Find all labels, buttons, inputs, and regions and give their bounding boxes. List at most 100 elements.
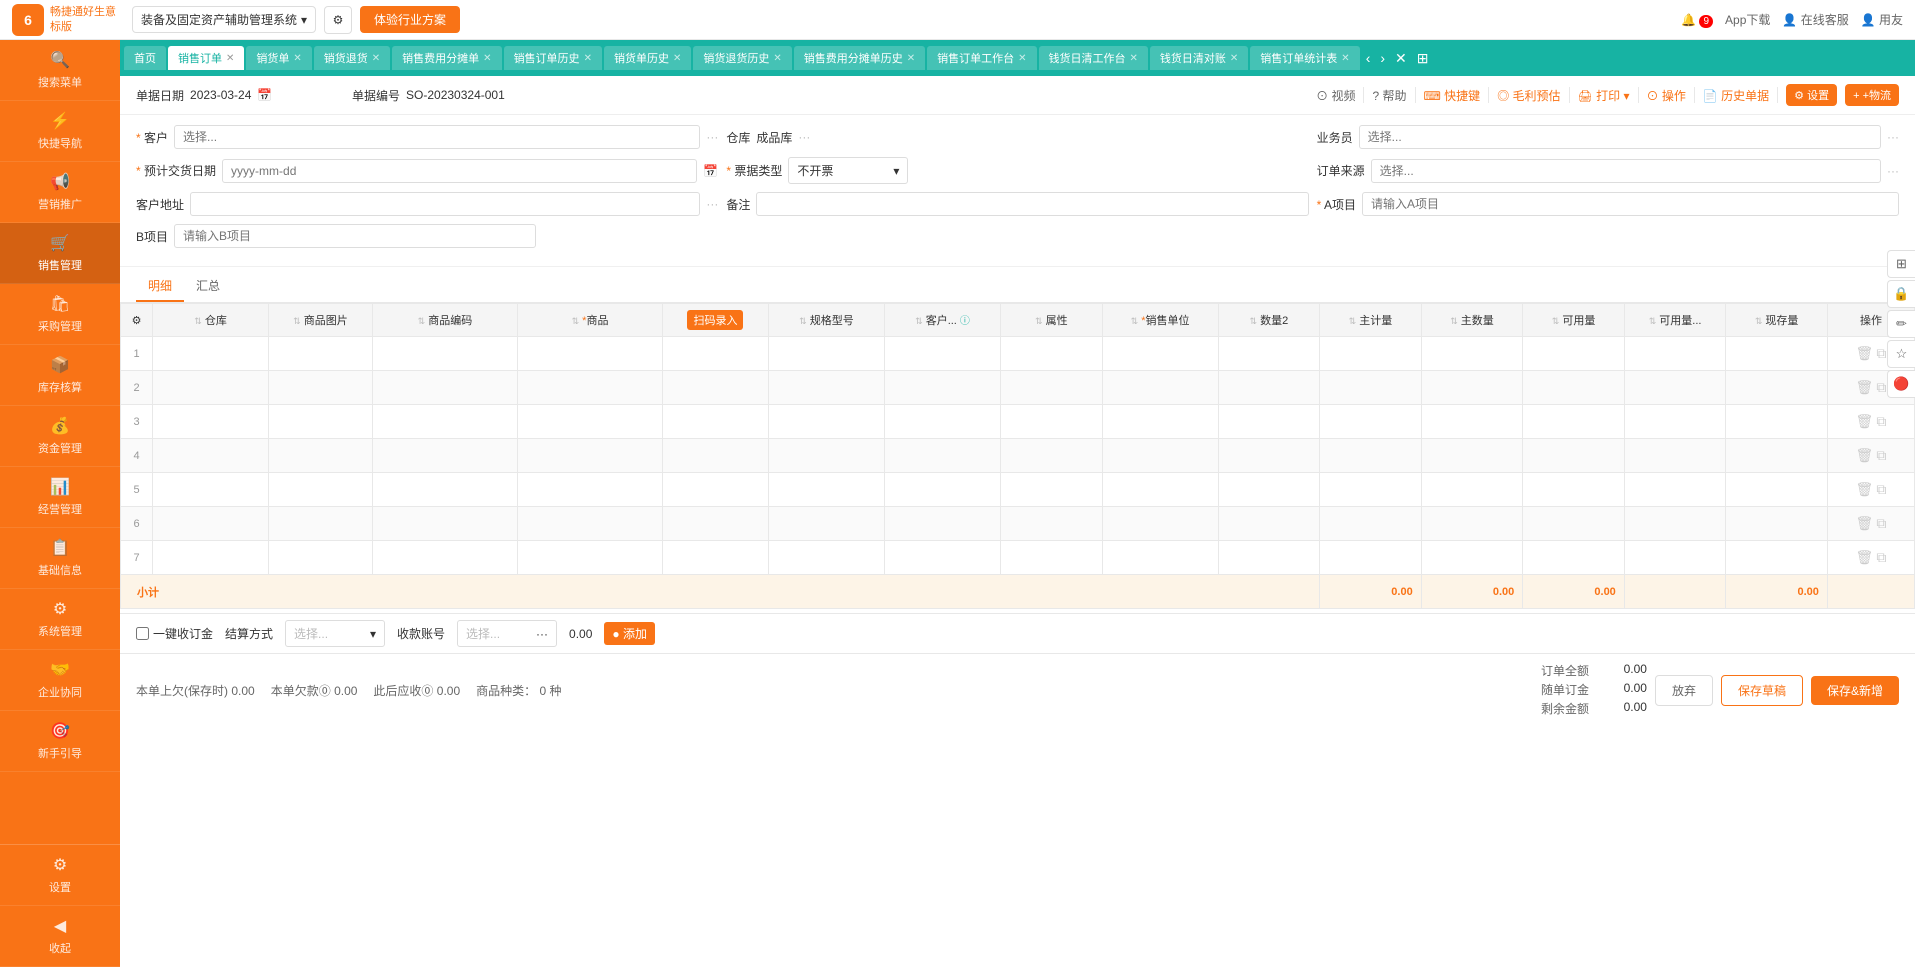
tab-sales-stats[interactable]: 销售订单统计表 ✕ <box>1250 46 1359 70</box>
sidebar-settings-btn[interactable]: ⚙ 设置 <box>0 844 120 906</box>
row5-ccode[interactable] <box>884 473 1000 507</box>
row4-attr[interactable] <box>1001 439 1103 473</box>
delivery-calendar-icon[interactable]: 📅 <box>703 164 718 178</box>
row3-code[interactable] <box>372 405 517 439</box>
header-profit-btn[interactable]: ◎ 毛利预估 <box>1497 87 1560 104</box>
add-logistics-btn[interactable]: + +物流 <box>1845 84 1899 106</box>
row3-unit[interactable] <box>1102 405 1218 439</box>
row1-copy-btn[interactable]: ⧉ <box>1876 345 1886 361</box>
row4-warehouse[interactable] <box>153 439 269 473</box>
invoice-type-select[interactable]: 不开票 ▾ <box>788 157 908 184</box>
sidebar-item-operations[interactable]: 📊 经营管理 <box>0 467 120 528</box>
sidebar-item-finance[interactable]: 💰 资金管理 <box>0 406 120 467</box>
staff-more-btn[interactable]: ··· <box>1887 130 1899 144</box>
row6-warehouse[interactable] <box>153 507 269 541</box>
tab-summary[interactable]: 汇总 <box>184 271 232 302</box>
row3-qty2[interactable] <box>1218 405 1320 439</box>
row1-code[interactable] <box>372 337 517 371</box>
row6-spec[interactable] <box>768 507 884 541</box>
row1-spec[interactable] <box>768 337 884 371</box>
row2-code[interactable] <box>372 371 517 405</box>
row3-ccode[interactable] <box>884 405 1000 439</box>
warehouse-more-btn[interactable]: ··· <box>798 130 810 144</box>
address-more-btn[interactable]: ··· <box>706 197 718 211</box>
tab-close-sales-stats[interactable]: ✕ <box>1341 53 1349 64</box>
row2-delete-btn[interactable]: 🗑 <box>1856 379 1874 395</box>
tab-close-cash-workbench[interactable]: ✕ <box>1130 53 1138 64</box>
row6-ccode[interactable] <box>884 507 1000 541</box>
app-download-link[interactable]: App下载 <box>1725 11 1770 28</box>
sidebar-item-search[interactable]: 🔍 搜索菜单 <box>0 40 120 101</box>
row1-attr[interactable] <box>1001 337 1103 371</box>
row2-spec[interactable] <box>768 371 884 405</box>
row2-mqty[interactable] <box>1421 371 1523 405</box>
tab-close-sales-invoice[interactable]: ✕ <box>293 53 301 64</box>
row7-qty2[interactable] <box>1218 541 1320 575</box>
row7-ccode[interactable] <box>884 541 1000 575</box>
settings-icon[interactable]: ⚙ <box>324 6 352 34</box>
row3-mqty[interactable] <box>1421 405 1523 439</box>
tab-prev-btn[interactable]: ‹ <box>1362 48 1375 68</box>
header-view-btn[interactable]: ⊙ 视频 <box>1316 87 1355 104</box>
customer-input[interactable] <box>174 125 700 149</box>
tab-close-all-btn[interactable]: ✕ <box>1391 48 1411 69</box>
row5-copy-btn[interactable]: ⧉ <box>1876 481 1886 497</box>
row6-mqty[interactable] <box>1421 507 1523 541</box>
industry-solution-button[interactable]: 体验行业方案 <box>360 6 460 33</box>
tab-cash-workbench[interactable]: 钱货日清工作台 ✕ <box>1039 46 1148 70</box>
row2-qty2[interactable] <box>1218 371 1320 405</box>
row6-code[interactable] <box>372 507 517 541</box>
header-history-btn[interactable]: 📄 历史单据 <box>1703 87 1769 104</box>
customer-more-btn[interactable]: ··· <box>706 130 718 144</box>
tab-cash-reconcile[interactable]: 钱货日清对账 ✕ <box>1150 46 1248 70</box>
sidebar-item-marketing[interactable]: 📢 营销推广 <box>0 162 120 223</box>
float-alert-btn[interactable]: 🔴 <box>1887 370 1915 398</box>
row4-ccode[interactable] <box>884 439 1000 473</box>
one-click-checkbox[interactable] <box>136 627 149 640</box>
row5-unit[interactable] <box>1102 473 1218 507</box>
tab-close-order-history[interactable]: ✕ <box>584 53 592 64</box>
tab-menu-btn[interactable]: ⊞ <box>1413 48 1433 69</box>
row5-product[interactable] <box>517 473 662 507</box>
user-menu[interactable]: 👤 用友 <box>1861 11 1903 28</box>
sidebar-item-quick-nav[interactable]: ⚡ 快捷导航 <box>0 101 120 162</box>
row7-copy-btn[interactable]: ⧉ <box>1876 549 1886 565</box>
row4-copy-btn[interactable]: ⧉ <box>1876 447 1886 463</box>
header-operation-btn[interactable]: ⊙ 操作 <box>1647 87 1686 104</box>
row1-unit[interactable] <box>1102 337 1218 371</box>
tab-sales-expense[interactable]: 销售费用分摊单 ✕ <box>392 46 501 70</box>
row5-delete-btn[interactable]: 🗑 <box>1856 481 1874 497</box>
tab-expense-history[interactable]: 销售费用分摊单历史 ✕ <box>794 46 925 70</box>
tab-return-history[interactable]: 销货退货历史 ✕ <box>693 46 791 70</box>
row7-mqty[interactable] <box>1421 541 1523 575</box>
sidebar-item-sales[interactable]: 🛒 销售管理 <box>0 223 120 284</box>
row6-unit[interactable] <box>1102 507 1218 541</box>
row2-attr[interactable] <box>1001 371 1103 405</box>
row4-code[interactable] <box>372 439 517 473</box>
scan-input-btn[interactable]: 扫码录入 <box>687 310 743 330</box>
tab-close-expense-history[interactable]: ✕ <box>907 53 915 64</box>
sidebar-item-system[interactable]: ⚙ 系统管理 <box>0 589 120 650</box>
row7-warehouse[interactable] <box>153 541 269 575</box>
row6-product[interactable] <box>517 507 662 541</box>
tab-home[interactable]: 首页 <box>124 46 166 70</box>
row3-attr[interactable] <box>1001 405 1103 439</box>
remark-input[interactable] <box>756 192 1308 216</box>
tab-sales-order[interactable]: 销售订单 ✕ <box>168 46 244 70</box>
tab-close-order-workbench[interactable]: ✕ <box>1018 53 1026 64</box>
order-source-more-btn[interactable]: ··· <box>1887 164 1899 178</box>
sidebar-item-guide[interactable]: 🎯 新手引导 <box>0 711 120 772</box>
tab-close-sales-return[interactable]: ✕ <box>372 53 380 64</box>
one-click-payment-checkbox[interactable]: 一键收订金 <box>136 625 213 642</box>
float-lock-btn[interactable]: 🔒 <box>1887 280 1915 308</box>
row4-product[interactable] <box>517 439 662 473</box>
tab-detail[interactable]: 明细 <box>136 271 184 302</box>
tab-order-history[interactable]: 销售订单历史 ✕ <box>504 46 602 70</box>
account-select[interactable]: 选择... ··· <box>457 620 557 647</box>
float-edit-btn[interactable]: ✏ <box>1887 310 1915 338</box>
row5-attr[interactable] <box>1001 473 1103 507</box>
settings-panel-btn[interactable]: ⚙ 设置 <box>1786 84 1837 106</box>
b-project-input[interactable] <box>174 224 536 248</box>
online-service-link[interactable]: 👤 在线客服 <box>1782 11 1848 28</box>
system-select[interactable]: 装备及固定资产辅助管理系统 ▾ <box>132 6 316 33</box>
